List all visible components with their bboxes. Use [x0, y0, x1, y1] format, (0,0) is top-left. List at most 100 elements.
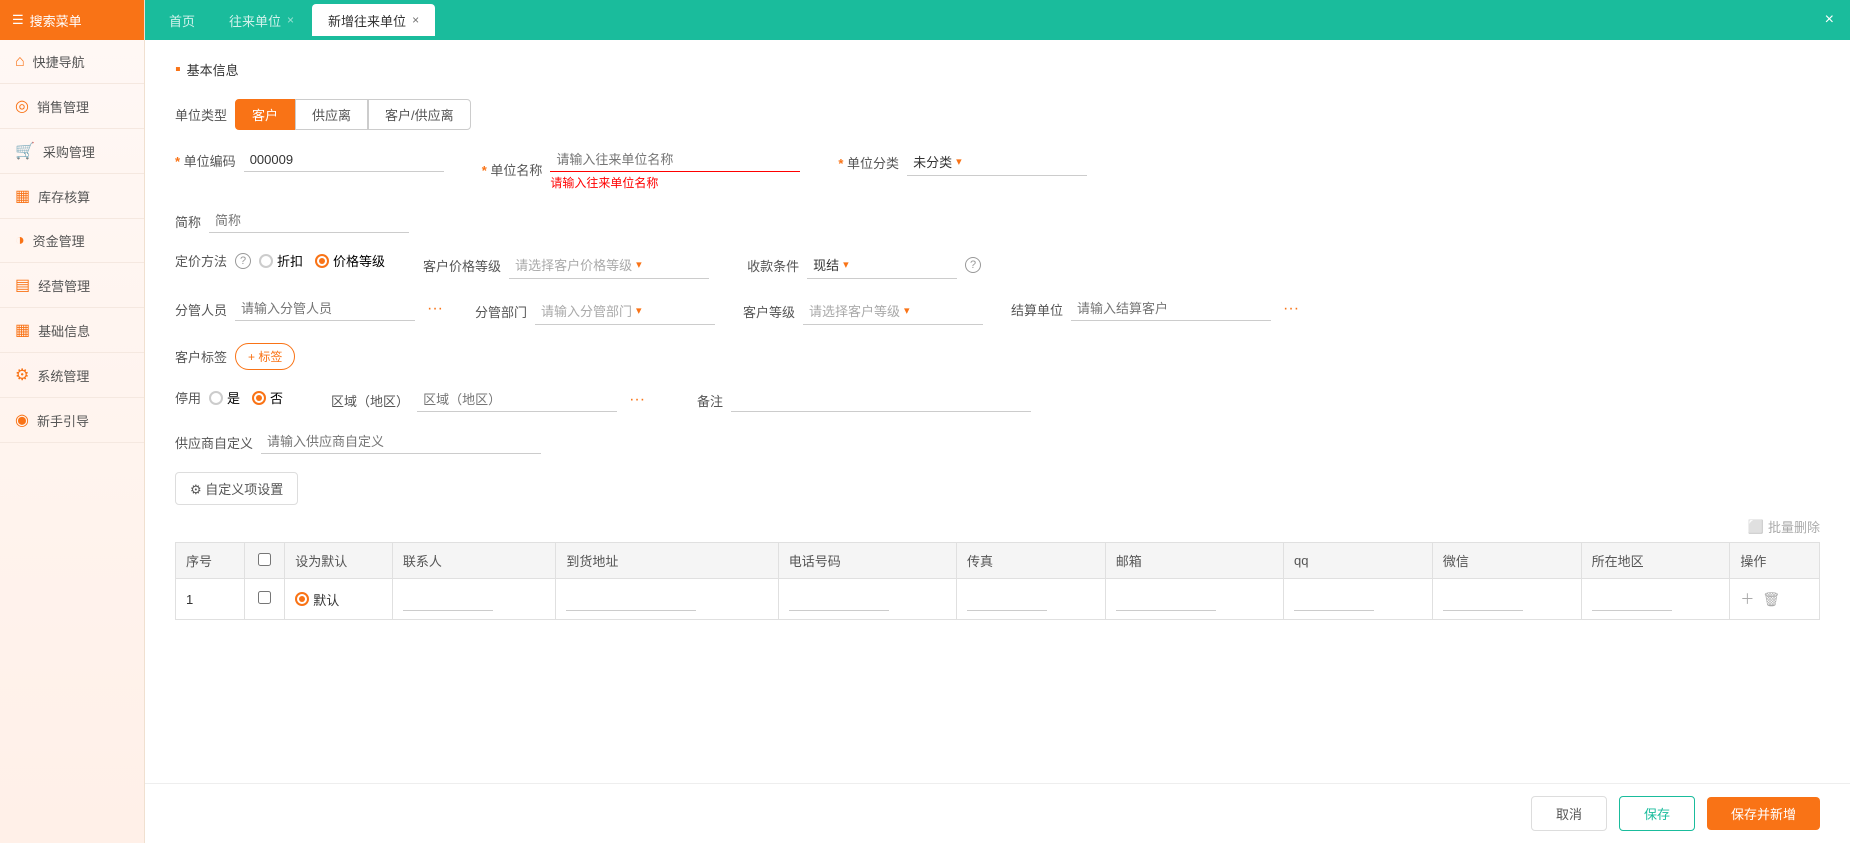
unit-type-supplier[interactable]: 供应离 [295, 99, 368, 130]
short-name-input[interactable] [209, 209, 409, 233]
unit-name-input[interactable] [550, 148, 800, 172]
level-radio-circle [315, 254, 329, 268]
row-contact[interactable] [392, 579, 556, 620]
remark-field: 备注 [697, 388, 1031, 412]
discount-radio-circle [259, 254, 273, 268]
col-checkbox[interactable] [245, 543, 285, 579]
col-email: 邮箱 [1105, 543, 1283, 579]
purchase-icon: 🛒 [15, 141, 35, 161]
chevron-down-icon: ▾ [956, 155, 962, 168]
short-name-field: 简称 [175, 209, 409, 233]
row-qq[interactable] [1284, 579, 1433, 620]
pricing-help-icon[interactable]: ? [235, 253, 251, 269]
payment-help-icon[interactable]: ? [965, 257, 981, 273]
payment-terms-field: 收款条件 现结 ▾ ? [747, 251, 981, 279]
unit-code-field: 单位编码 [175, 148, 444, 172]
pricing-level-radio[interactable]: 价格等级 [315, 251, 385, 270]
unit-category-select[interactable]: 未分类 ▾ [907, 148, 1087, 176]
unit-code-input[interactable] [244, 148, 444, 172]
pricing-method-radio-group: 折扣 价格等级 [259, 251, 385, 270]
row-checkbox[interactable] [245, 579, 285, 620]
tab-new-partner[interactable]: 新增往来单位 × [312, 4, 435, 36]
short-name-label: 简称 [175, 212, 201, 231]
yes-radio-circle [209, 391, 223, 405]
sidebar-item-sales[interactable]: ◎ 销售管理 [0, 84, 144, 129]
region-field: 区域（地区） ··· [331, 388, 649, 412]
unit-type-row: 单位类型 客户 供应离 客户/供应离 [175, 99, 1820, 130]
tab-close-new-partner[interactable]: × [412, 13, 419, 27]
row-phone[interactable] [778, 579, 956, 620]
disabled-yes-radio[interactable]: 是 [209, 388, 240, 407]
batch-delete-label[interactable]: 批量删除 [1768, 517, 1820, 536]
disabled-row: 停用 是 否 区域（地区） ··· 备注 [175, 388, 1820, 412]
settlement-input[interactable] [1071, 297, 1271, 321]
region-more-icon[interactable]: ··· [625, 391, 649, 409]
section-header: ▪ 基本信息 [175, 60, 1820, 79]
row-wechat[interactable] [1432, 579, 1581, 620]
cancel-button[interactable]: 取消 [1531, 796, 1607, 831]
col-default: 设为默认 [285, 543, 393, 579]
contacts-table: 序号 设为默认 联系人 到货地址 电话号码 传真 邮箱 qq 微信 所在地区 操… [175, 542, 1820, 620]
sidebar-item-inventory[interactable]: ▦ 库存核算 [0, 174, 144, 219]
sidebar-item-quick-nav[interactable]: ⌂ 快捷导航 [0, 40, 144, 84]
sales-icon: ◎ [15, 96, 29, 116]
col-fax: 传真 [957, 543, 1106, 579]
default-radio-circle [295, 592, 309, 606]
row-address[interactable] [556, 579, 778, 620]
payment-terms-select[interactable]: 现结 ▾ [807, 251, 957, 279]
supervisor-more-icon[interactable]: ··· [423, 300, 447, 318]
remark-input[interactable] [731, 388, 1031, 412]
inventory-icon: ▦ [15, 186, 30, 206]
table-row: 1 默认 [176, 579, 1820, 620]
row-location[interactable] [1581, 579, 1730, 620]
sidebar-item-system[interactable]: ⚙ 系统管理 [0, 353, 144, 398]
supervisor-label: 分管人员 [175, 300, 227, 319]
delete-row-icon[interactable]: 🗑 [1762, 591, 1780, 608]
disabled-no-radio[interactable]: 否 [252, 388, 283, 407]
settlement-more-icon[interactable]: ··· [1279, 300, 1303, 318]
supplier-custom-input[interactable] [261, 430, 541, 454]
add-row-icon[interactable]: ＋ [1740, 589, 1754, 609]
customer-price-level-select[interactable]: 请选择客户价格等级 ▾ [509, 251, 709, 279]
pricing-discount-radio[interactable]: 折扣 [259, 251, 303, 270]
sidebar-item-basic-info[interactable]: ▦ 基础信息 [0, 308, 144, 353]
row-fax[interactable] [957, 579, 1106, 620]
unit-type-customer[interactable]: 客户 [235, 99, 295, 130]
unit-type-field: 单位类型 客户 供应离 客户/供应离 [175, 99, 471, 130]
supervisor-input[interactable] [235, 297, 415, 321]
customer-level-field: 客户等级 请选择客户等级 ▾ [743, 297, 983, 325]
disabled-label: 停用 [175, 388, 201, 407]
unit-name-wrap: 请输入往来单位名称 [550, 148, 800, 191]
sidebar-search[interactable]: ☰ 搜索菜单 [0, 0, 144, 40]
no-radio-circle [252, 391, 266, 405]
row-seq: 1 [176, 579, 245, 620]
save-button[interactable]: 保存 [1619, 796, 1695, 831]
custom-settings-button[interactable]: ⚙ 自定义项设置 [175, 472, 298, 505]
sidebar-item-finance[interactable]: ◑ 资金管理 [0, 219, 144, 263]
settlement-label: 结算单位 [1011, 300, 1063, 319]
supervisor-row: 分管人员 ··· 分管部门 请输入分管部门 ▾ 客户等级 请选择客户等级 ▾ 结… [175, 297, 1820, 325]
pricing-method-label: 定价方法 [175, 251, 227, 270]
tab-partner-list[interactable]: 往来单位 × [213, 4, 310, 36]
tab-home[interactable]: 首页 [153, 4, 211, 36]
department-select[interactable]: 请输入分管部门 ▾ [535, 297, 715, 325]
unit-type-both[interactable]: 客户/供应离 [368, 99, 471, 130]
row-action: ＋ 🗑 [1730, 579, 1820, 620]
supplier-custom-field: 供应商自定义 [175, 430, 541, 454]
section-icon: ▪ [175, 61, 181, 79]
basic-info-icon: ▦ [15, 320, 30, 340]
system-icon: ⚙ [15, 365, 29, 385]
sidebar-item-guide[interactable]: ◉ 新手引导 [0, 398, 144, 443]
sidebar-item-operations[interactable]: ▤ 经营管理 [0, 263, 144, 308]
save-add-button[interactable]: 保存并新增 [1707, 797, 1820, 830]
region-input[interactable] [417, 388, 617, 412]
col-action: 操作 [1730, 543, 1820, 579]
customer-level-select[interactable]: 请选择客户等级 ▾ [803, 297, 983, 325]
col-qq: qq [1284, 543, 1433, 579]
row-email[interactable] [1105, 579, 1283, 620]
window-close-button[interactable]: × [1817, 7, 1842, 33]
add-tag-button[interactable]: + 标签 [235, 343, 295, 370]
sidebar-item-purchase[interactable]: 🛒 采购管理 [0, 129, 144, 174]
tab-close-partner[interactable]: × [287, 13, 294, 27]
home-icon: ⌂ [15, 53, 25, 71]
